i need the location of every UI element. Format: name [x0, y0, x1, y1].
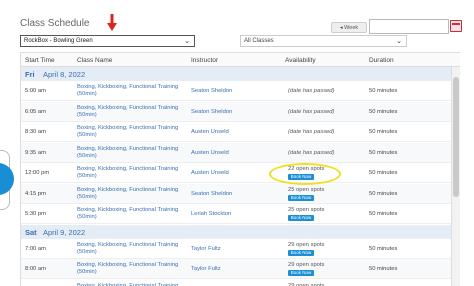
col-duration: Duration [369, 57, 394, 64]
start-time: 5:30 pm [25, 211, 46, 217]
table-row: 12:00 pm Boxing, Kickboxing, Functional T… [21, 163, 451, 183]
scrollbar-thumb[interactable] [453, 77, 459, 197]
class-filter-value: All Classes [244, 38, 274, 44]
availability: (date has passed) [288, 109, 378, 116]
day-name: Sat [25, 227, 37, 237]
book-now-button[interactable]: Book Now [288, 249, 314, 256]
availability-text: (date has passed) [288, 129, 335, 135]
table-row: 9:35 am Boxing, Kickboxing, Functional Tr… [21, 142, 451, 163]
start-time: 7:00 am [25, 245, 46, 252]
start-time: 12:00 pm [25, 170, 50, 176]
col-availability: Availability [285, 57, 316, 64]
annotation-arrow-icon [107, 14, 117, 31]
table-row: 4:15 pm Boxing, Kickboxing, Functional Tr… [21, 183, 451, 204]
availability: 25 open spots Book Now [288, 207, 378, 221]
availability: (date has passed) [288, 150, 378, 157]
start-time: 5:00 am [25, 88, 46, 94]
instructor-link[interactable]: Austen Unseld [191, 150, 229, 157]
availability: (date has passed) [288, 129, 378, 136]
duration: 50 minutes [369, 88, 398, 94]
instructor-link[interactable]: Taylor Fultz [191, 266, 221, 273]
availability-text: 25 open spots [288, 207, 325, 213]
chevron-down-icon: ⌄ [184, 38, 190, 45]
class-name-link[interactable]: Boxing, Kickboxing, Functional Training … [77, 105, 187, 119]
table-header: Start Time Class Name Instructor Availab… [21, 52, 460, 67]
instructor-link[interactable]: Austen Unseld [191, 170, 229, 177]
class-name-link[interactable]: Boxing, Kickboxing, Functional Training … [77, 187, 187, 201]
availability-text: 29 open spots [288, 262, 325, 268]
book-now-button[interactable]: Book Now [288, 270, 314, 276]
chevron-down-icon: ⌄ [396, 38, 402, 45]
instructor-link[interactable]: Seaton Sheldon [191, 109, 232, 116]
class-name-link[interactable]: Boxing, Kickboxing, Functional Training … [77, 283, 187, 286]
duration: 50 minutes [369, 129, 398, 135]
table-row: 8:00 am Boxing, Kickboxing, Functional Tr… [21, 259, 451, 279]
availability-text: (date has passed) [288, 88, 335, 94]
date-field[interactable] [369, 19, 449, 34]
location-select-value: RockBox - Bowling Green [24, 38, 93, 44]
col-start-time: Start Time [25, 57, 55, 64]
page-title: Class Schedule [20, 18, 90, 29]
availability-text: 29 open spots [288, 241, 325, 248]
table-row: 8:30 am Boxing, Kickboxing, Functional Tr… [21, 122, 451, 142]
class-name-link[interactable]: Boxing, Kickboxing, Functional Training … [77, 242, 187, 256]
day-name: Fri [25, 70, 35, 79]
book-now-button[interactable]: Book Now [288, 215, 314, 221]
book-now-button[interactable]: Book Now [288, 194, 314, 201]
availability-text: 29 open spots [288, 282, 325, 286]
duration: 50 minutes [369, 266, 398, 272]
availability-highlight-circle [269, 163, 341, 185]
class-filter-select[interactable]: All Classes ⌄ [240, 35, 407, 47]
day-header: Fri April 8, 2022 [21, 67, 451, 81]
duration: 50 minutes [369, 149, 398, 156]
prev-week-button[interactable]: ◂ Week [331, 22, 367, 33]
day-date: April 9, 2022 [43, 227, 86, 237]
table-row: 7:00 am Boxing, Kickboxing, Functional Tr… [21, 238, 451, 259]
duration: 50 minutes [369, 108, 398, 115]
class-name-link[interactable]: Boxing, Kickboxing, Functional Training … [77, 146, 187, 160]
start-time: 8:30 am [25, 129, 46, 135]
availability: 25 open spots Book Now [288, 187, 378, 201]
table-row: 9:00 amBoxing, Kickboxing, Functional Tr… [21, 279, 451, 286]
instructor-link[interactable]: Austen Unseld [191, 129, 229, 136]
table-row: 5:00 am Boxing, Kickboxing, Functional Tr… [21, 81, 451, 101]
schedule-table: Start Time Class Name Instructor Availab… [20, 52, 460, 286]
availability: (date has passed) [288, 88, 378, 95]
scrollbar[interactable] [451, 67, 460, 286]
table-row: 5:30 pm Boxing, Kickboxing, Functional Tr… [21, 204, 451, 224]
availability-text: (date has passed) [288, 108, 335, 115]
duration: 50 minutes [369, 211, 398, 217]
class-name-link[interactable]: Boxing, Kickboxing, Functional Training … [77, 166, 187, 180]
instructor-link[interactable]: Seaton Sheldon [191, 191, 232, 198]
table-row: 6:05 am Boxing, Kickboxing, Functional Tr… [21, 101, 451, 122]
day-header: Sat April 9, 2022 [21, 224, 451, 239]
start-time: 6:05 am [25, 108, 46, 115]
availability-text: (date has passed) [288, 149, 335, 156]
availability: 29 open spots Book Now [288, 262, 378, 276]
instructor-link[interactable]: Seaton Sheldon [191, 88, 232, 95]
class-name-link[interactable]: Boxing, Kickboxing, Functional Training … [77, 84, 187, 98]
start-time: 8:00 am [25, 266, 46, 272]
calendar-icon[interactable] [450, 20, 462, 32]
instructor-link[interactable]: Taylor Fultz [191, 246, 221, 253]
duration: 50 minutes [369, 245, 398, 252]
col-instructor: Instructor [191, 57, 219, 64]
availability: 29 open spotsBook Now [288, 242, 378, 256]
location-select[interactable]: RockBox - Bowling Green ⌄ [20, 35, 195, 47]
class-name-link[interactable]: Boxing, Kickboxing, Functional Training … [77, 207, 187, 221]
col-class-name: Class Name [77, 57, 113, 64]
side-help-bubble[interactable] [0, 163, 14, 195]
duration: 50 minutes [369, 170, 398, 176]
duration: 50 minutes [369, 190, 398, 197]
start-time: 4:15 pm [25, 190, 46, 197]
class-name-link[interactable]: Boxing, Kickboxing, Functional Training … [77, 262, 187, 276]
availability: 29 open spotsBook Now [288, 283, 378, 286]
availability-text: 25 open spots [288, 186, 325, 193]
day-date: April 8, 2022 [43, 70, 86, 79]
start-time: 9:35 am [25, 149, 46, 156]
class-name-link[interactable]: Boxing, Kickboxing, Functional Training … [77, 125, 187, 139]
instructor-link[interactable]: Leriah Stockton [191, 211, 231, 218]
